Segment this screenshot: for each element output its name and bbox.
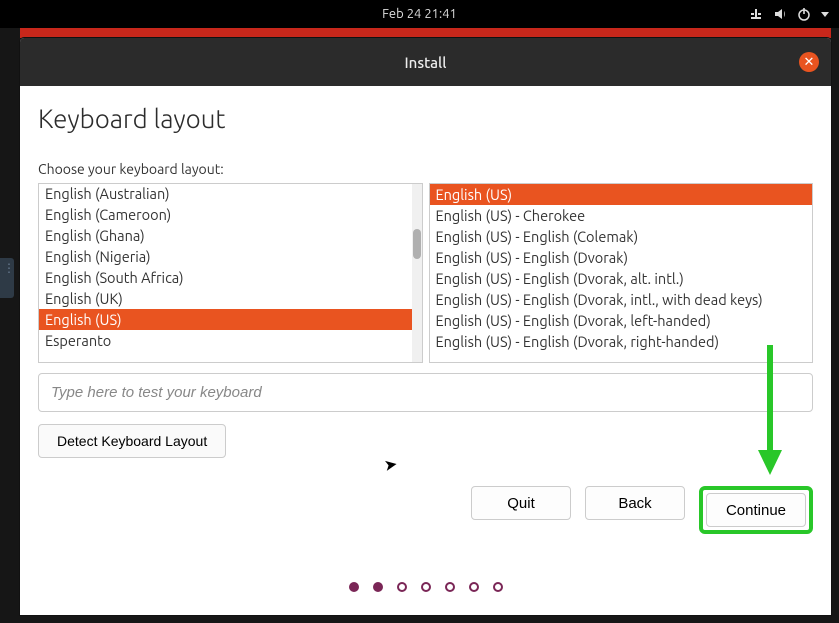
list-item[interactable]: English (US) - Cherokee [430, 205, 813, 226]
close-icon: ✕ [804, 55, 815, 69]
list-item[interactable]: English (US) - English (Dvorak, alt. int… [430, 268, 813, 289]
list-item[interactable]: English (UK) [39, 288, 422, 309]
progress-dot [349, 582, 359, 592]
installer-window: Install ✕ Keyboard layout Choose your ke… [20, 38, 831, 615]
list-item[interactable]: English (US) [39, 309, 422, 330]
progress-dot [373, 582, 383, 592]
list-item[interactable]: English (Australian) [39, 183, 422, 204]
scrollbar[interactable] [412, 184, 422, 362]
navigation-buttons: Quit Back Continue [38, 486, 813, 534]
progress-dot [469, 582, 479, 592]
power-icon [797, 7, 811, 21]
topbar-datetime[interactable]: Feb 24 21:41 [382, 7, 457, 21]
list-item[interactable]: Esperanto [39, 330, 422, 351]
close-button[interactable]: ✕ [799, 52, 819, 72]
back-button[interactable]: Back [585, 486, 685, 520]
list-item[interactable]: English (US) - English (Dvorak, intl., w… [430, 289, 813, 310]
progress-dot [445, 582, 455, 592]
topbar-status-area[interactable] [749, 0, 829, 28]
layout-prompt: Choose your keyboard layout: [38, 161, 813, 177]
continue-highlight: Continue [699, 486, 813, 534]
page-heading: Keyboard layout [38, 104, 813, 133]
list-item[interactable]: English (US) - English (Dvorak) [430, 247, 813, 268]
chevron-down-icon [821, 12, 829, 17]
detect-layout-button[interactable]: Detect Keyboard Layout [38, 424, 226, 458]
list-item[interactable]: English (South Africa) [39, 267, 422, 288]
window-accent-strip [20, 28, 831, 38]
scrollbar-thumb[interactable] [413, 229, 421, 259]
list-item[interactable]: English (Cameroon) [39, 204, 422, 225]
list-item[interactable]: English (US) - English (Colemak) [430, 226, 813, 247]
quit-button[interactable]: Quit [471, 486, 571, 520]
continue-button[interactable]: Continue [706, 493, 806, 527]
progress-dot [493, 582, 503, 592]
annotation-arrow [740, 340, 800, 490]
list-item[interactable]: English (Ghana) [39, 225, 422, 246]
layout-variant-list[interactable]: English (US)English (US) - CherokeeEngli… [429, 183, 814, 363]
installer-content: Keyboard layout Choose your keyboard lay… [20, 86, 831, 615]
dock-reveal-tab[interactable] [0, 258, 14, 298]
keyboard-test-input[interactable] [38, 373, 813, 412]
progress-dot [421, 582, 431, 592]
layout-language-list[interactable]: DzongkhaEnglish (Australian)English (Cam… [38, 183, 423, 363]
progress-dot [397, 582, 407, 592]
volume-icon [773, 7, 787, 21]
list-item[interactable]: English (US) [430, 184, 813, 205]
list-item[interactable]: English (Nigeria) [39, 246, 422, 267]
window-title: Install [405, 54, 447, 71]
gnome-topbar: Feb 24 21:41 [0, 0, 839, 28]
list-item[interactable]: English (US) - English (Dvorak, left-han… [430, 310, 813, 331]
progress-dots [38, 582, 813, 592]
window-titlebar: Install ✕ [20, 38, 831, 86]
network-icon [749, 7, 763, 21]
